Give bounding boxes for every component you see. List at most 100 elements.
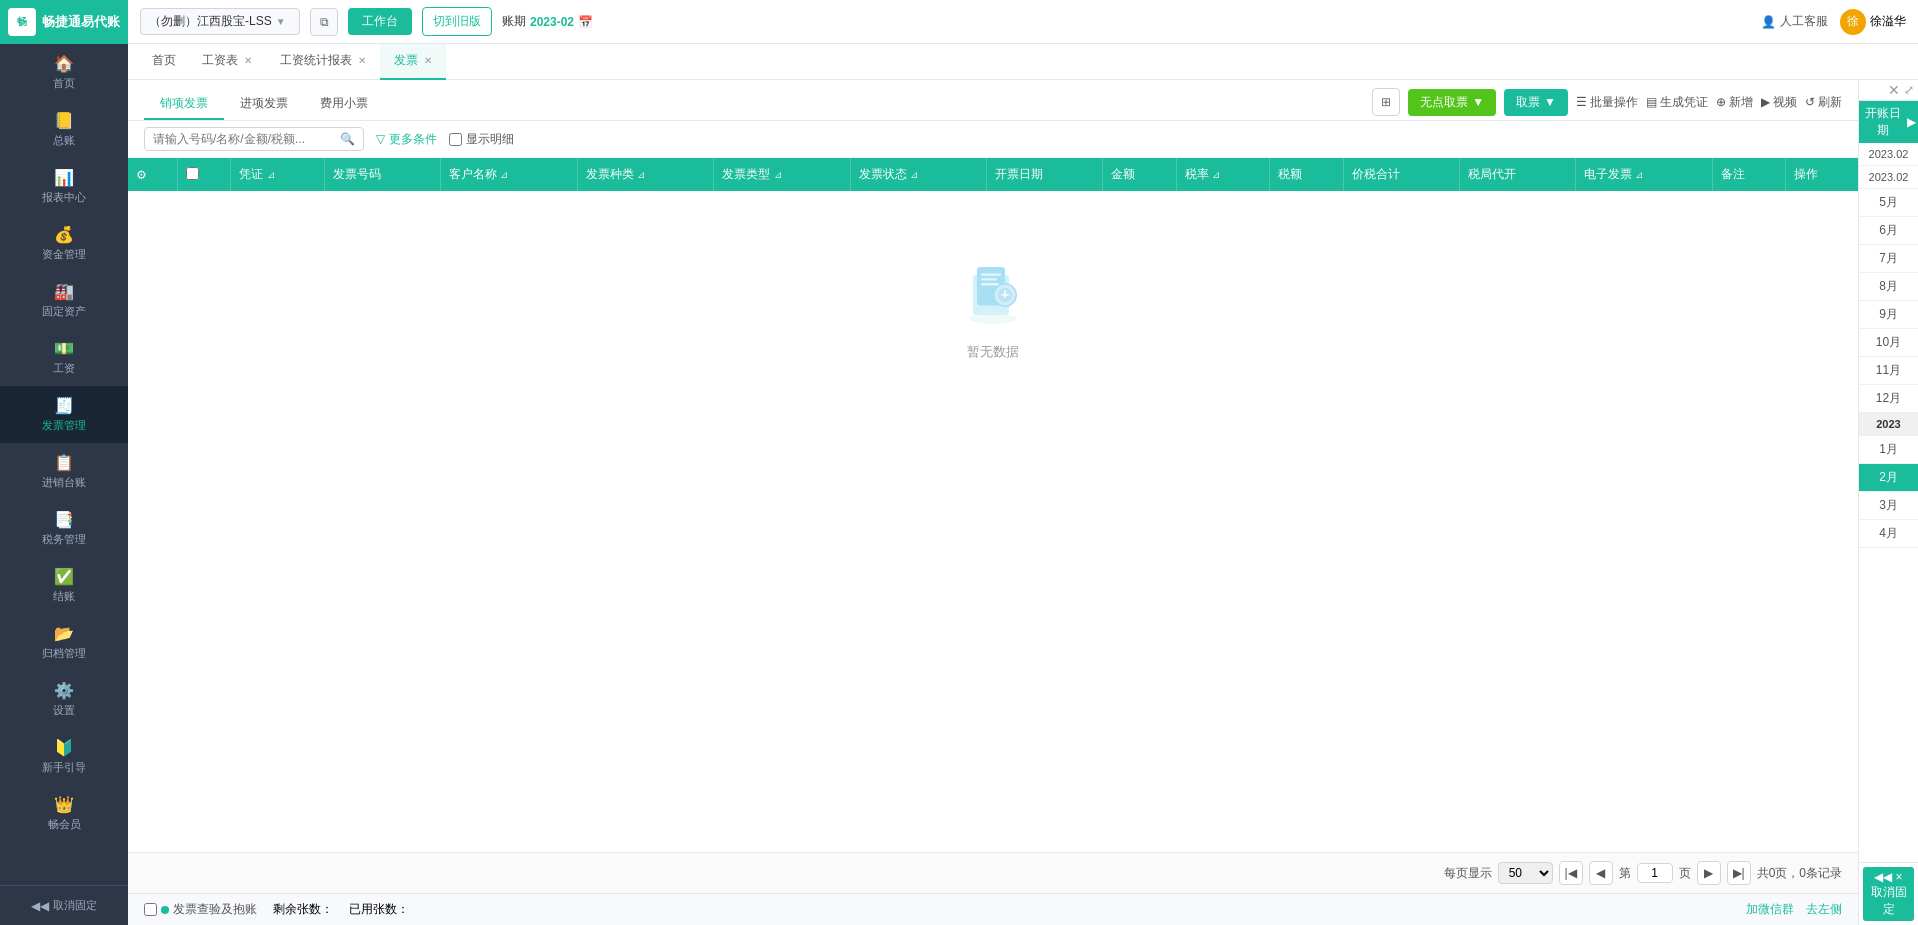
grid-layout-button[interactable]: ⊞ <box>1372 88 1400 116</box>
more-filter-button[interactable]: ▽ 更多条件 <box>376 131 437 148</box>
sidebar-label-home: 首页 <box>53 76 75 91</box>
settle-icon: ✅ <box>54 567 74 586</box>
sidebar-item-sales-ledger[interactable]: 📋 进销台账 <box>0 443 128 500</box>
show-detail-checkbox[interactable]: 显示明细 <box>449 131 514 148</box>
th-remark: 备注 <box>1712 158 1785 191</box>
copy-button[interactable]: ⧉ <box>310 8 338 36</box>
workbench-button[interactable]: 工作台 <box>348 8 412 35</box>
tab-invoice-close[interactable]: ✕ <box>424 56 432 66</box>
period-item-8m[interactable]: 8月 <box>1859 273 1918 301</box>
sidebar-item-member[interactable]: 👑 畅会员 <box>0 785 128 842</box>
period-item-7m[interactable]: 7月 <box>1859 245 1918 273</box>
sub-tabs: 销项发票 进项发票 费用小票 ⊞ 无点取票 ▼ <box>128 80 1858 121</box>
sidebar-item-fixed-assets[interactable]: 🏭 固定资产 <box>0 272 128 329</box>
sidebar-item-guide[interactable]: 🔰 新手引导 <box>0 728 128 785</box>
voucher-filter-icon[interactable]: ⊿ <box>267 169 275 180</box>
sidebar-item-reports[interactable]: 📊 报表中心 <box>0 158 128 215</box>
th-settings[interactable]: ⚙ <box>128 158 177 191</box>
period-item-2m[interactable]: 2月 <box>1859 464 1918 492</box>
sub-tab-purchase[interactable]: 进项发票 <box>224 89 304 120</box>
video-button[interactable]: ▶ 视频 <box>1761 94 1797 111</box>
panel-close-x[interactable]: ✕ <box>1888 82 1900 98</box>
sidebar-item-invoice-mgmt[interactable]: 🧾 发票管理 <box>0 386 128 443</box>
user-service[interactable]: 👤 人工客服 <box>1761 13 1828 30</box>
type-filter-icon[interactable]: ⊿ <box>637 169 645 180</box>
new-button[interactable]: ⊕ 新增 <box>1716 94 1753 111</box>
empty-state: 暂无数据 <box>128 191 1858 421</box>
period-cancel-fixed-button[interactable]: ◀◀ ×取消固定 <box>1863 867 1914 921</box>
video-icon: ▶ <box>1761 95 1770 109</box>
invoice-check-label[interactable]: 发票查验及抱账 <box>144 901 257 918</box>
e-invoice-filter-icon[interactable]: ⊿ <box>1635 169 1643 180</box>
customer-filter-icon[interactable]: ⊿ <box>500 169 508 180</box>
sidebar-item-ledger[interactable]: 📒 总账 <box>0 101 128 158</box>
period-item-10m[interactable]: 10月 <box>1859 329 1918 357</box>
sub-tab-expense[interactable]: 费用小票 <box>304 89 384 120</box>
sidebar-item-tax-mgmt[interactable]: 📑 税务管理 <box>0 500 128 557</box>
prev-page-button[interactable]: ◀ <box>1589 861 1613 885</box>
join-group-link[interactable]: 加微信群 <box>1746 901 1794 918</box>
company-selector[interactable]: （勿删）江西股宝-LSS ▼ <box>140 8 300 35</box>
go-desktop-link[interactable]: 去左侧 <box>1806 901 1842 918</box>
user-info[interactable]: 徐 徐溢华 <box>1840 9 1906 35</box>
sub-tab-sales[interactable]: 销项发票 <box>144 89 224 120</box>
no-invoice-button[interactable]: 无点取票 ▼ <box>1408 89 1496 116</box>
sidebar-item-settle[interactable]: ✅ 结账 <box>0 557 128 614</box>
collapse-icon: ◀◀ <box>31 899 49 913</box>
period-item-3m[interactable]: 3月 <box>1859 492 1918 520</box>
period-panel-header[interactable]: 开账日期 ▶ <box>1859 101 1918 143</box>
panel-expand-icon[interactable]: ⤢ <box>1904 83 1914 97</box>
topbar-right: 👤 人工客服 徐 徐溢华 <box>1761 9 1906 35</box>
invoice-check-checkbox[interactable] <box>144 903 157 916</box>
period-item-4m[interactable]: 4月 <box>1859 520 1918 548</box>
period-item-11m[interactable]: 11月 <box>1859 357 1918 385</box>
period-item-5m[interactable]: 5月 <box>1859 189 1918 217</box>
sidebar-collapse-btn[interactable]: ◀◀ 取消固定 <box>4 894 124 917</box>
sidebar-item-home[interactable]: 🏠 首页 <box>0 44 128 101</box>
sidebar-item-settings[interactable]: ⚙️ 设置 <box>0 671 128 728</box>
tab-salary-stats-close[interactable]: ✕ <box>358 56 366 66</box>
topbar: （勿删）江西股宝-LSS ▼ ⧉ 工作台 切到旧版 账期 2023-02 📅 👤… <box>128 0 1918 44</box>
sidebar-item-salary[interactable]: 💵 工资 <box>0 329 128 386</box>
member-icon: 👑 <box>54 795 74 814</box>
tab-salary-stats[interactable]: 工资统计报表 ✕ <box>266 44 380 80</box>
tab-home[interactable]: 首页 <box>140 44 188 80</box>
sidebar-item-funds[interactable]: 💰 资金管理 <box>0 215 128 272</box>
refresh-button[interactable]: ↺ 刷新 <box>1805 94 1842 111</box>
th-checkbox[interactable] <box>177 158 231 191</box>
tax-rate-filter-icon[interactable]: ⊿ <box>1212 169 1220 180</box>
period-item-9m[interactable]: 9月 <box>1859 301 1918 329</box>
get-ticket-button[interactable]: 取票 ▼ <box>1504 89 1568 116</box>
tab-salary-table[interactable]: 工资表 ✕ <box>188 44 266 80</box>
tab-invoice[interactable]: 发票 ✕ <box>380 44 446 80</box>
th-open-date: 开票日期 <box>987 158 1103 191</box>
generate-voucher-button[interactable]: ▤ 生成凭证 <box>1646 94 1708 111</box>
video-label: 视频 <box>1773 94 1797 111</box>
svg-rect-5 <box>981 283 999 285</box>
show-detail-input[interactable] <box>449 133 462 146</box>
next-page-button[interactable]: ▶ <box>1697 861 1721 885</box>
select-all-checkbox[interactable] <box>186 167 199 180</box>
svg-point-0 <box>969 314 1017 324</box>
sidebar-item-archive[interactable]: 📂 归档管理 <box>0 614 128 671</box>
period-item-1m[interactable]: 1月 <box>1859 436 1918 464</box>
batch-ops-button[interactable]: ☰ 批量操作 <box>1576 94 1638 111</box>
period-item-1[interactable]: 2023.02 <box>1859 166 1918 189</box>
collapse-label: 取消固定 <box>53 898 97 913</box>
sidebar-bottom: ◀◀ 取消固定 <box>0 885 128 925</box>
category-filter-icon[interactable]: ⊿ <box>774 169 782 180</box>
sidebar-label-fixed-assets: 固定资产 <box>42 304 86 319</box>
status-filter-icon[interactable]: ⊿ <box>910 169 918 180</box>
period-item-6m[interactable]: 6月 <box>1859 217 1918 245</box>
search-input[interactable] <box>153 132 336 146</box>
first-page-button[interactable]: |◀ <box>1559 861 1583 885</box>
switch-old-button[interactable]: 切到旧版 <box>422 7 492 36</box>
page-input[interactable] <box>1637 863 1673 883</box>
page-size-select[interactable]: 50 20 100 <box>1498 862 1553 884</box>
period-item-0[interactable]: 2023.02 <box>1859 143 1918 166</box>
archive-icon: 📂 <box>54 624 74 643</box>
period-item-12m[interactable]: 12月 <box>1859 385 1918 413</box>
last-page-button[interactable]: ▶| <box>1727 861 1751 885</box>
th-amount: 金额 <box>1103 158 1176 191</box>
tab-salary-table-close[interactable]: ✕ <box>244 56 252 66</box>
